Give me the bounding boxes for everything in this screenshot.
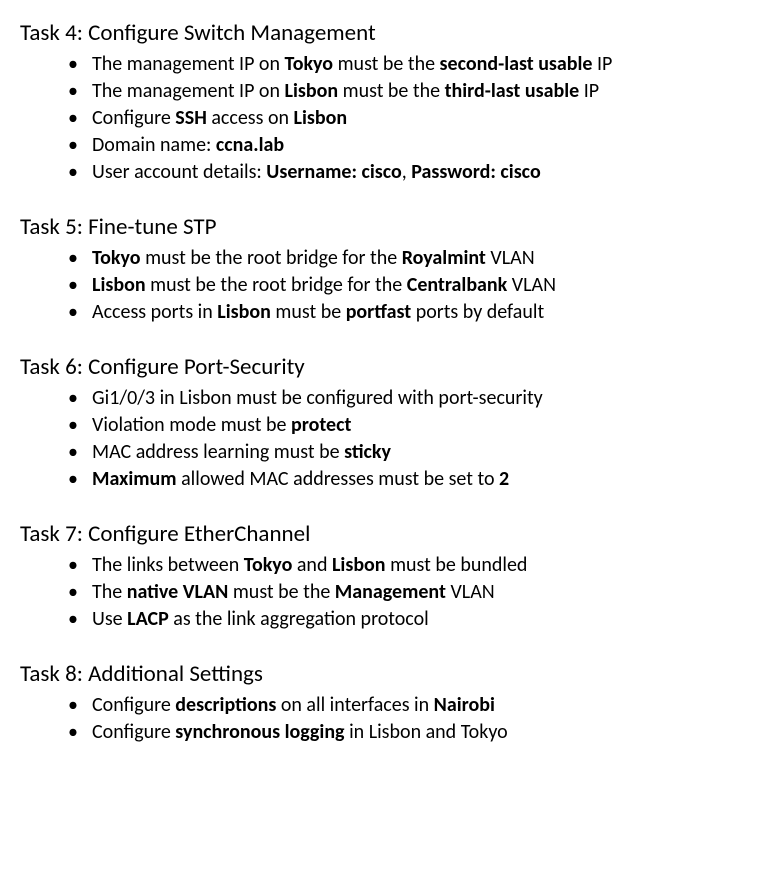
task-bullet-list: Tokyo must be the root bridge for the Ro… — [20, 245, 760, 326]
task-section: Task 6: Configure Port-SecurityGi1/0/3 i… — [20, 352, 760, 493]
task-bullet-list: The management IP on Tokyo must be the s… — [20, 51, 760, 186]
task-bullet-item: MAC address learning must be sticky — [68, 439, 760, 466]
task-section: Task 8: Additional SettingsConfigure des… — [20, 659, 760, 746]
task-bullet-item: The native VLAN must be the Management V… — [68, 579, 760, 606]
task-bullet-item: Domain name: ccna.lab — [68, 132, 760, 159]
task-bullet-item: Violation mode must be protect — [68, 412, 760, 439]
task-bullet-item: Maximum allowed MAC addresses must be se… — [68, 466, 760, 493]
task-bullet-item: The management IP on Tokyo must be the s… — [68, 51, 760, 78]
task-section: Task 7: Configure EtherChannelThe links … — [20, 519, 760, 633]
task-title: Task 6: Configure Port-Security — [20, 352, 760, 383]
task-bullet-item: Gi1/0/3 in Lisbon must be configured wit… — [68, 385, 760, 412]
task-title: Task 5: Fine-tune STP — [20, 212, 760, 243]
task-title: Task 4: Configure Switch Management — [20, 18, 760, 49]
task-bullet-item: The management IP on Lisbon must be the … — [68, 78, 760, 105]
task-bullet-list: Configure descriptions on all interfaces… — [20, 692, 760, 746]
task-bullet-list: Gi1/0/3 in Lisbon must be configured wit… — [20, 385, 760, 493]
task-bullet-item: Lisbon must be the root bridge for the C… — [68, 272, 760, 299]
task-bullet-item: User account details: Username: cisco, P… — [68, 159, 760, 186]
task-title: Task 8: Additional Settings — [20, 659, 760, 690]
task-bullet-item: Access ports in Lisbon must be portfast … — [68, 299, 760, 326]
task-list: Task 4: Configure Switch ManagementThe m… — [20, 18, 760, 746]
task-bullet-item: Configure descriptions on all interfaces… — [68, 692, 760, 719]
task-bullet-item: Use LACP as the link aggregation protoco… — [68, 606, 760, 633]
task-section: Task 4: Configure Switch ManagementThe m… — [20, 18, 760, 186]
task-bullet-item: The links between Tokyo and Lisbon must … — [68, 552, 760, 579]
task-bullet-item: Tokyo must be the root bridge for the Ro… — [68, 245, 760, 272]
task-title: Task 7: Configure EtherChannel — [20, 519, 760, 550]
task-bullet-item: Configure SSH access on Lisbon — [68, 105, 760, 132]
task-bullet-list: The links between Tokyo and Lisbon must … — [20, 552, 760, 633]
task-section: Task 5: Fine-tune STPTokyo must be the r… — [20, 212, 760, 326]
task-bullet-item: Configure synchronous logging in Lisbon … — [68, 719, 760, 746]
